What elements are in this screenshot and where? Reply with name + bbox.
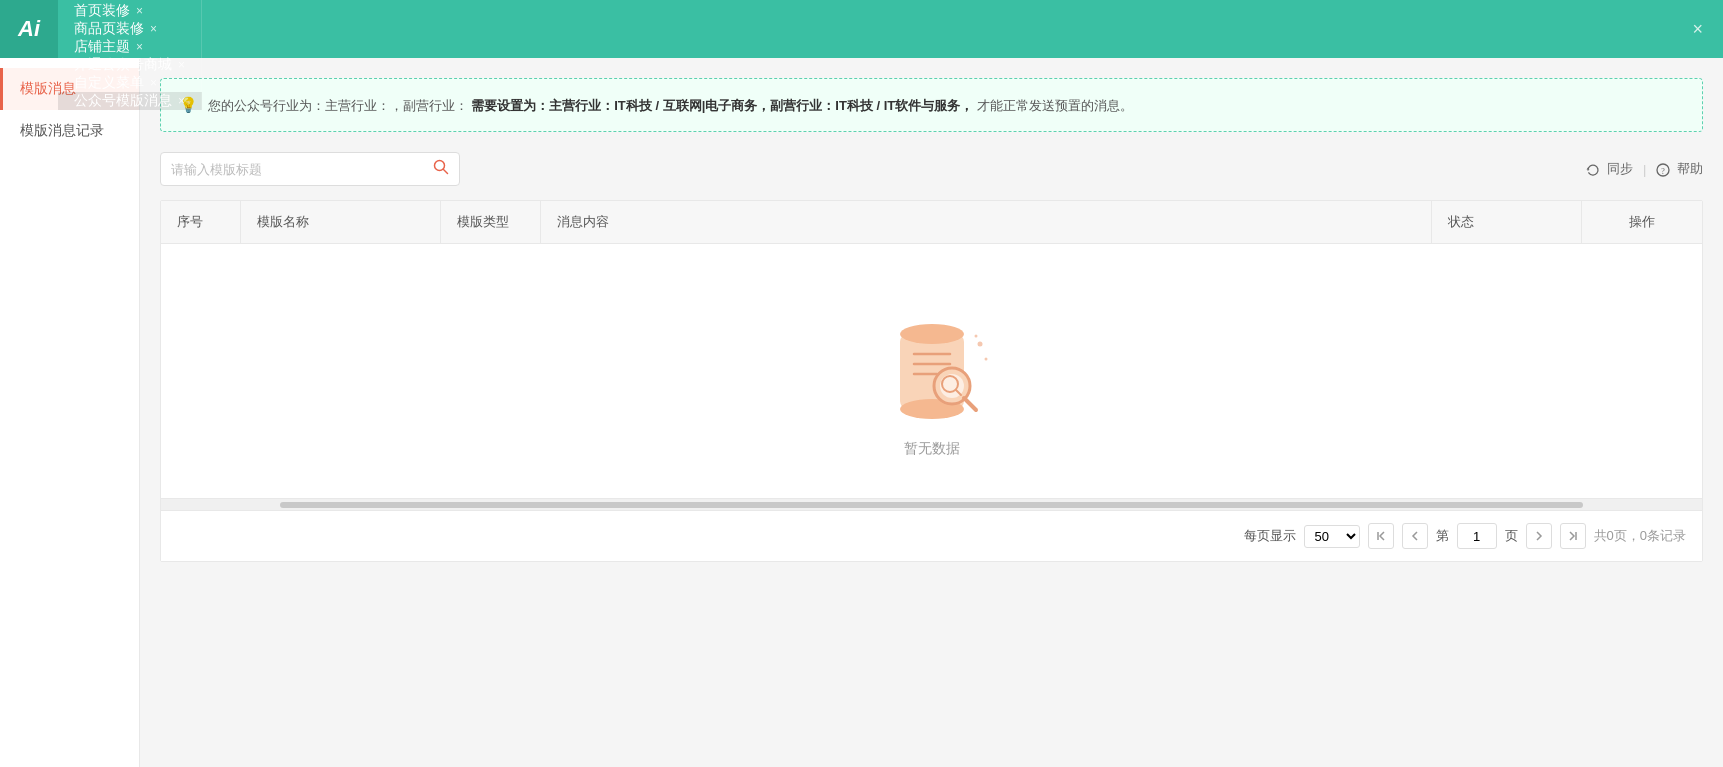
close-all-tabs-button[interactable]: × [1672, 19, 1723, 40]
last-page-icon [1567, 530, 1579, 542]
per-page-label: 每页显示 [1244, 527, 1296, 545]
help-icon: ? [1656, 163, 1670, 177]
next-page-button[interactable] [1526, 523, 1552, 549]
next-page-icon [1533, 530, 1545, 542]
notice-highlight: 需要设置为：主营行业：IT科技 / 互联网|电子商务，副营行业：IT科技 / I… [471, 98, 973, 113]
pagination: 每页显示 50 10 20 100 [161, 510, 1702, 561]
col-header-name: 模版名称 [241, 201, 441, 243]
toolbar-right: 同步 | ? 帮助 [1586, 160, 1703, 178]
app-logo: Ai [0, 0, 58, 58]
nav-tab-close-template-msg[interactable]: × [178, 94, 185, 108]
empty-illustration [872, 304, 992, 424]
scrollbar-thumb[interactable] [280, 502, 1583, 508]
page-label: 第 [1436, 527, 1449, 545]
svg-point-16 [977, 342, 982, 347]
col-header-type: 模版类型 [441, 201, 541, 243]
table-header: 序号 模版名称 模版类型 消息内容 状态 操作 [161, 201, 1702, 244]
nav-tab-product-decoration[interactable]: 商品页装修 × [58, 20, 202, 38]
search-input-wrap [160, 152, 460, 186]
nav-tab-close-custom-menu[interactable]: × [150, 76, 157, 90]
notice-suffix: 才能正常发送预置的消息。 [977, 98, 1133, 113]
page-unit: 页 [1505, 527, 1518, 545]
svg-line-1 [444, 170, 448, 174]
toolbar-divider: | [1643, 162, 1646, 177]
svg-point-6 [900, 324, 964, 344]
nav-tab-label-product-decoration: 商品页装修 [74, 20, 144, 38]
nav-tab-home-decoration[interactable]: 首页装修 × [58, 2, 202, 20]
nav-tab-label-custom-menu: 自定义菜单 [74, 74, 144, 92]
sync-button[interactable]: 同步 [1586, 160, 1633, 178]
nav-tab-close-shop-theme[interactable]: × [136, 40, 143, 54]
search-bar: 同步 | ? 帮助 [160, 152, 1703, 186]
sync-icon [1586, 163, 1600, 177]
empty-state: 暂无数据 [161, 244, 1702, 498]
first-page-button[interactable] [1368, 523, 1394, 549]
nav-tabs: 首页微商城店铺设置×商品分类设置×首页装修×商品页装修×店铺主题×开通公众号商城… [58, 0, 202, 110]
search-button[interactable] [433, 159, 449, 179]
nav-tab-label-home-decoration: 首页装修 [74, 2, 130, 20]
last-page-button[interactable] [1560, 523, 1586, 549]
prev-page-button[interactable] [1402, 523, 1428, 549]
data-table: 序号 模版名称 模版类型 消息内容 状态 操作 [160, 200, 1703, 562]
col-header-content: 消息内容 [541, 201, 1432, 243]
notice-box: 💡 您的公众号行业为：主营行业：，副营行业： 需要设置为：主营行业：IT科技 /… [160, 78, 1703, 132]
col-header-no: 序号 [161, 201, 241, 243]
svg-point-18 [974, 335, 977, 338]
svg-line-13 [964, 398, 976, 410]
search-icon [433, 159, 449, 175]
content-area: 💡 您的公众号行业为：主营行业：，副营行业： 需要设置为：主营行业：IT科技 /… [140, 58, 1723, 767]
nav-tab-close-home-decoration[interactable]: × [136, 4, 143, 18]
page-summary: 共0页，0条记录 [1594, 527, 1686, 545]
page-input[interactable] [1457, 523, 1497, 549]
col-header-status: 状态 [1432, 201, 1582, 243]
nav-tab-label-template-msg: 公众号模版消息 [74, 92, 172, 110]
horizontal-scrollbar[interactable] [161, 498, 1702, 510]
nav-tab-close-product-decoration[interactable]: × [150, 22, 157, 36]
prev-page-icon [1409, 530, 1421, 542]
sidebar-item-template-record[interactable]: 模版消息记录 [0, 110, 139, 152]
nav-tab-close-open-mall[interactable]: × [178, 58, 185, 72]
per-page-select[interactable]: 50 10 20 100 [1304, 525, 1360, 548]
nav-tab-custom-menu[interactable]: 自定义菜单 × [58, 74, 202, 92]
svg-point-17 [984, 358, 987, 361]
top-navigation: Ai 首页微商城店铺设置×商品分类设置×首页装修×商品页装修×店铺主题×开通公众… [0, 0, 1723, 58]
nav-tab-label-open-mall: 开通公众号商城 [74, 56, 172, 74]
search-input[interactable] [171, 162, 433, 177]
col-header-action: 操作 [1582, 201, 1702, 243]
sidebar: 模版消息模版消息记录 [0, 58, 140, 767]
first-page-icon [1375, 530, 1387, 542]
nav-tab-label-shop-theme: 店铺主题 [74, 38, 130, 56]
nav-tab-open-mall[interactable]: 开通公众号商城 × [58, 56, 202, 74]
notice-prefix: 您的公众号行业为：主营行业：，副营行业： [208, 98, 468, 113]
svg-text:?: ? [1662, 167, 1666, 176]
main-layout: 模版消息模版消息记录 💡 您的公众号行业为：主营行业：，副营行业： 需要设置为：… [0, 58, 1723, 767]
nav-tab-shop-theme[interactable]: 店铺主题 × [58, 38, 202, 56]
help-button[interactable]: ? 帮助 [1656, 160, 1703, 178]
nav-tab-template-msg[interactable]: 公众号模版消息 × [58, 92, 202, 110]
empty-text: 暂无数据 [904, 440, 960, 458]
